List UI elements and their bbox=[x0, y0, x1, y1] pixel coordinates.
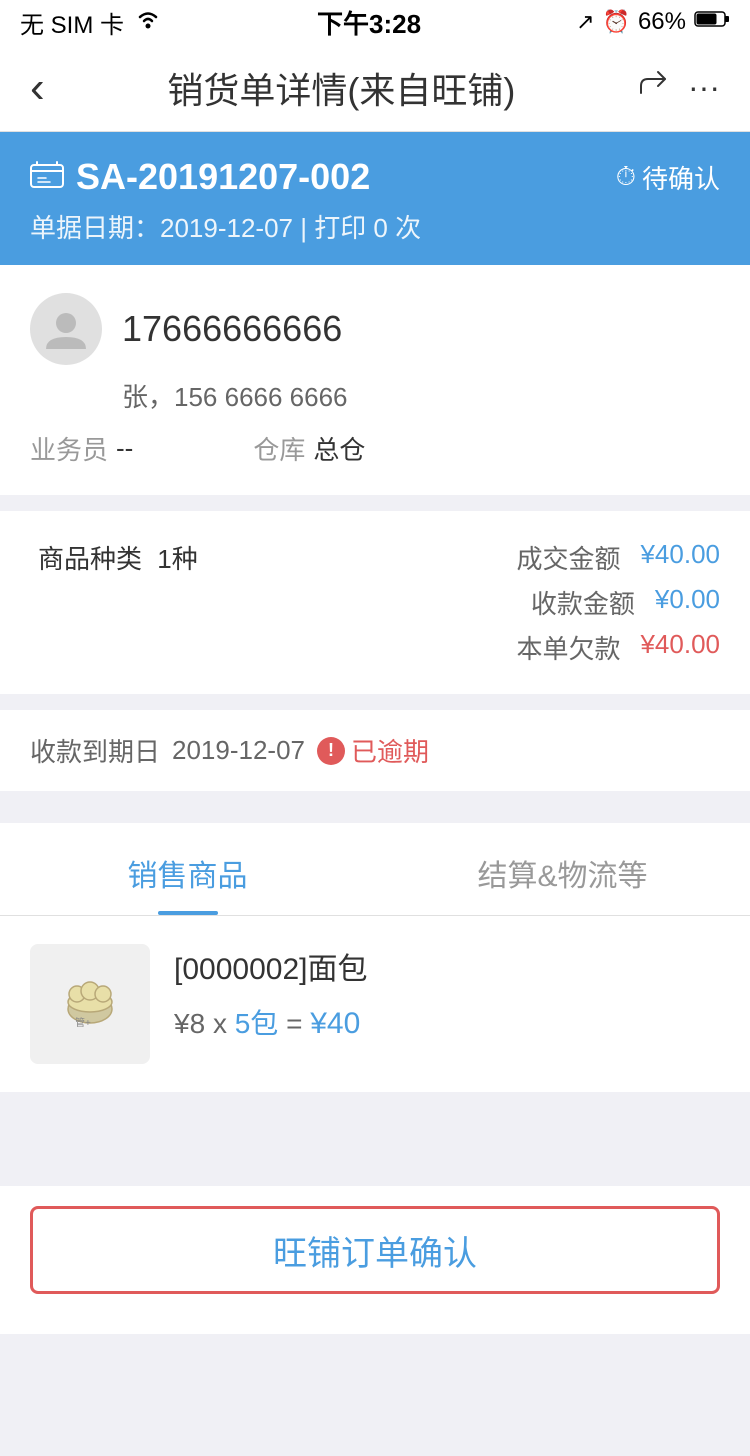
received-label: 收款金额 bbox=[531, 584, 635, 621]
customer-name: 张，156 6666 6666 bbox=[122, 377, 720, 414]
overdue-text: 已逾期 bbox=[351, 732, 429, 769]
product-equals: = bbox=[286, 1008, 302, 1039]
nav-left: ‹ bbox=[30, 63, 45, 113]
bottom-bar: 旺铺订单确认 bbox=[0, 1186, 750, 1334]
product-name: [0000002]面包 bbox=[174, 944, 720, 988]
back-button[interactable]: ‹ bbox=[30, 63, 45, 113]
product-quantity: 5包 bbox=[235, 1008, 279, 1039]
order-header: SA-20191207-002 ⏱ 待确认 单据日期：2019-12-07 | … bbox=[0, 132, 750, 265]
battery-icon bbox=[694, 8, 730, 36]
due-date-label: 收款到期日 bbox=[30, 732, 160, 769]
due-value: ¥40.00 bbox=[640, 629, 720, 666]
product-price: ¥8 bbox=[174, 1008, 205, 1039]
tab-sales-products[interactable]: 销售商品 bbox=[0, 823, 375, 915]
overdue-badge: ! 已逾期 bbox=[317, 732, 429, 769]
product-item: 管+ [0000002]面包 ¥8 x 5包 = ¥40 bbox=[0, 916, 750, 1092]
salesperson-value: -- bbox=[116, 433, 133, 464]
page-title: 销货单详情(来自旺铺) bbox=[167, 62, 515, 114]
share-icon[interactable] bbox=[638, 69, 668, 106]
alarm-icon: ⏰ bbox=[603, 9, 630, 35]
order-id: SA-20191207-002 bbox=[30, 156, 370, 198]
more-icon[interactable]: ··· bbox=[688, 69, 720, 106]
customer-card: 17666666666 张，156 6666 6666 业务员 -- 仓库 总仓 bbox=[0, 265, 750, 495]
customer-phone: 17666666666 bbox=[122, 308, 342, 350]
divider bbox=[0, 807, 750, 823]
tab-settlement-logistics[interactable]: 结算&物流等 bbox=[375, 823, 750, 915]
product-info: [0000002]面包 ¥8 x 5包 = ¥40 bbox=[174, 944, 720, 1042]
nav-right: ··· bbox=[638, 69, 720, 106]
deal-amount-value: ¥40.00 bbox=[640, 539, 720, 576]
due-date-value: 2019-12-07 bbox=[172, 735, 305, 766]
product-section: 管+ [0000002]面包 ¥8 x 5包 = ¥40 bbox=[0, 916, 750, 1092]
summary-card: 商品种类 1种 成交金额 ¥40.00 收款金额 ¥0.00 本单欠款 ¥40.… bbox=[0, 511, 750, 694]
product-thumbnail: 管+ bbox=[30, 944, 150, 1064]
product-multiplier: x bbox=[213, 1008, 227, 1039]
order-icon bbox=[30, 156, 64, 198]
product-type-label: 商品种类 bbox=[38, 544, 142, 574]
status-bar: 无 SIM 卡 下午3:28 ↗ ⏰ 66% bbox=[0, 0, 750, 44]
warehouse-label: 仓库 bbox=[253, 430, 305, 467]
warehouse-value: 总仓 bbox=[313, 430, 365, 467]
salesperson-label: 业务员 bbox=[30, 430, 108, 467]
due-label: 本单欠款 bbox=[516, 629, 620, 666]
order-date: 单据日期：2019-12-07 | 打印 0 次 bbox=[30, 208, 720, 245]
wifi-icon bbox=[134, 8, 162, 36]
customer-meta: 业务员 -- 仓库 总仓 bbox=[30, 430, 720, 467]
order-status: ⏱ 待确认 bbox=[616, 159, 720, 196]
status-right: ↗ ⏰ 66% bbox=[576, 8, 730, 36]
svg-text:管+: 管+ bbox=[75, 1016, 91, 1029]
location-icon: ↗ bbox=[576, 9, 594, 35]
product-price-row: ¥8 x 5包 = ¥40 bbox=[174, 1002, 720, 1042]
confirm-order-button[interactable]: 旺铺订单确认 bbox=[30, 1206, 720, 1294]
status-time: 下午3:28 bbox=[317, 4, 421, 41]
carrier-text: 无 SIM 卡 bbox=[20, 5, 124, 40]
deal-amount-label: 成交金额 bbox=[516, 539, 620, 576]
battery-text: 66% bbox=[638, 8, 686, 36]
overdue-icon: ! bbox=[317, 737, 345, 765]
avatar bbox=[30, 293, 102, 365]
received-value: ¥0.00 bbox=[655, 584, 720, 621]
tabs-container: 销售商品 结算&物流等 bbox=[0, 823, 750, 916]
nav-bar: ‹ 销货单详情(来自旺铺) ··· bbox=[0, 44, 750, 132]
product-total: ¥40 bbox=[310, 1007, 360, 1040]
product-type-value: 1种 bbox=[157, 544, 197, 574]
confirm-button-label: 旺铺订单确认 bbox=[273, 1226, 477, 1275]
status-left: 无 SIM 卡 bbox=[20, 5, 162, 40]
due-card: 收款到期日 2019-12-07 ! 已逾期 bbox=[0, 710, 750, 791]
clock-icon: ⏱ bbox=[616, 161, 636, 193]
